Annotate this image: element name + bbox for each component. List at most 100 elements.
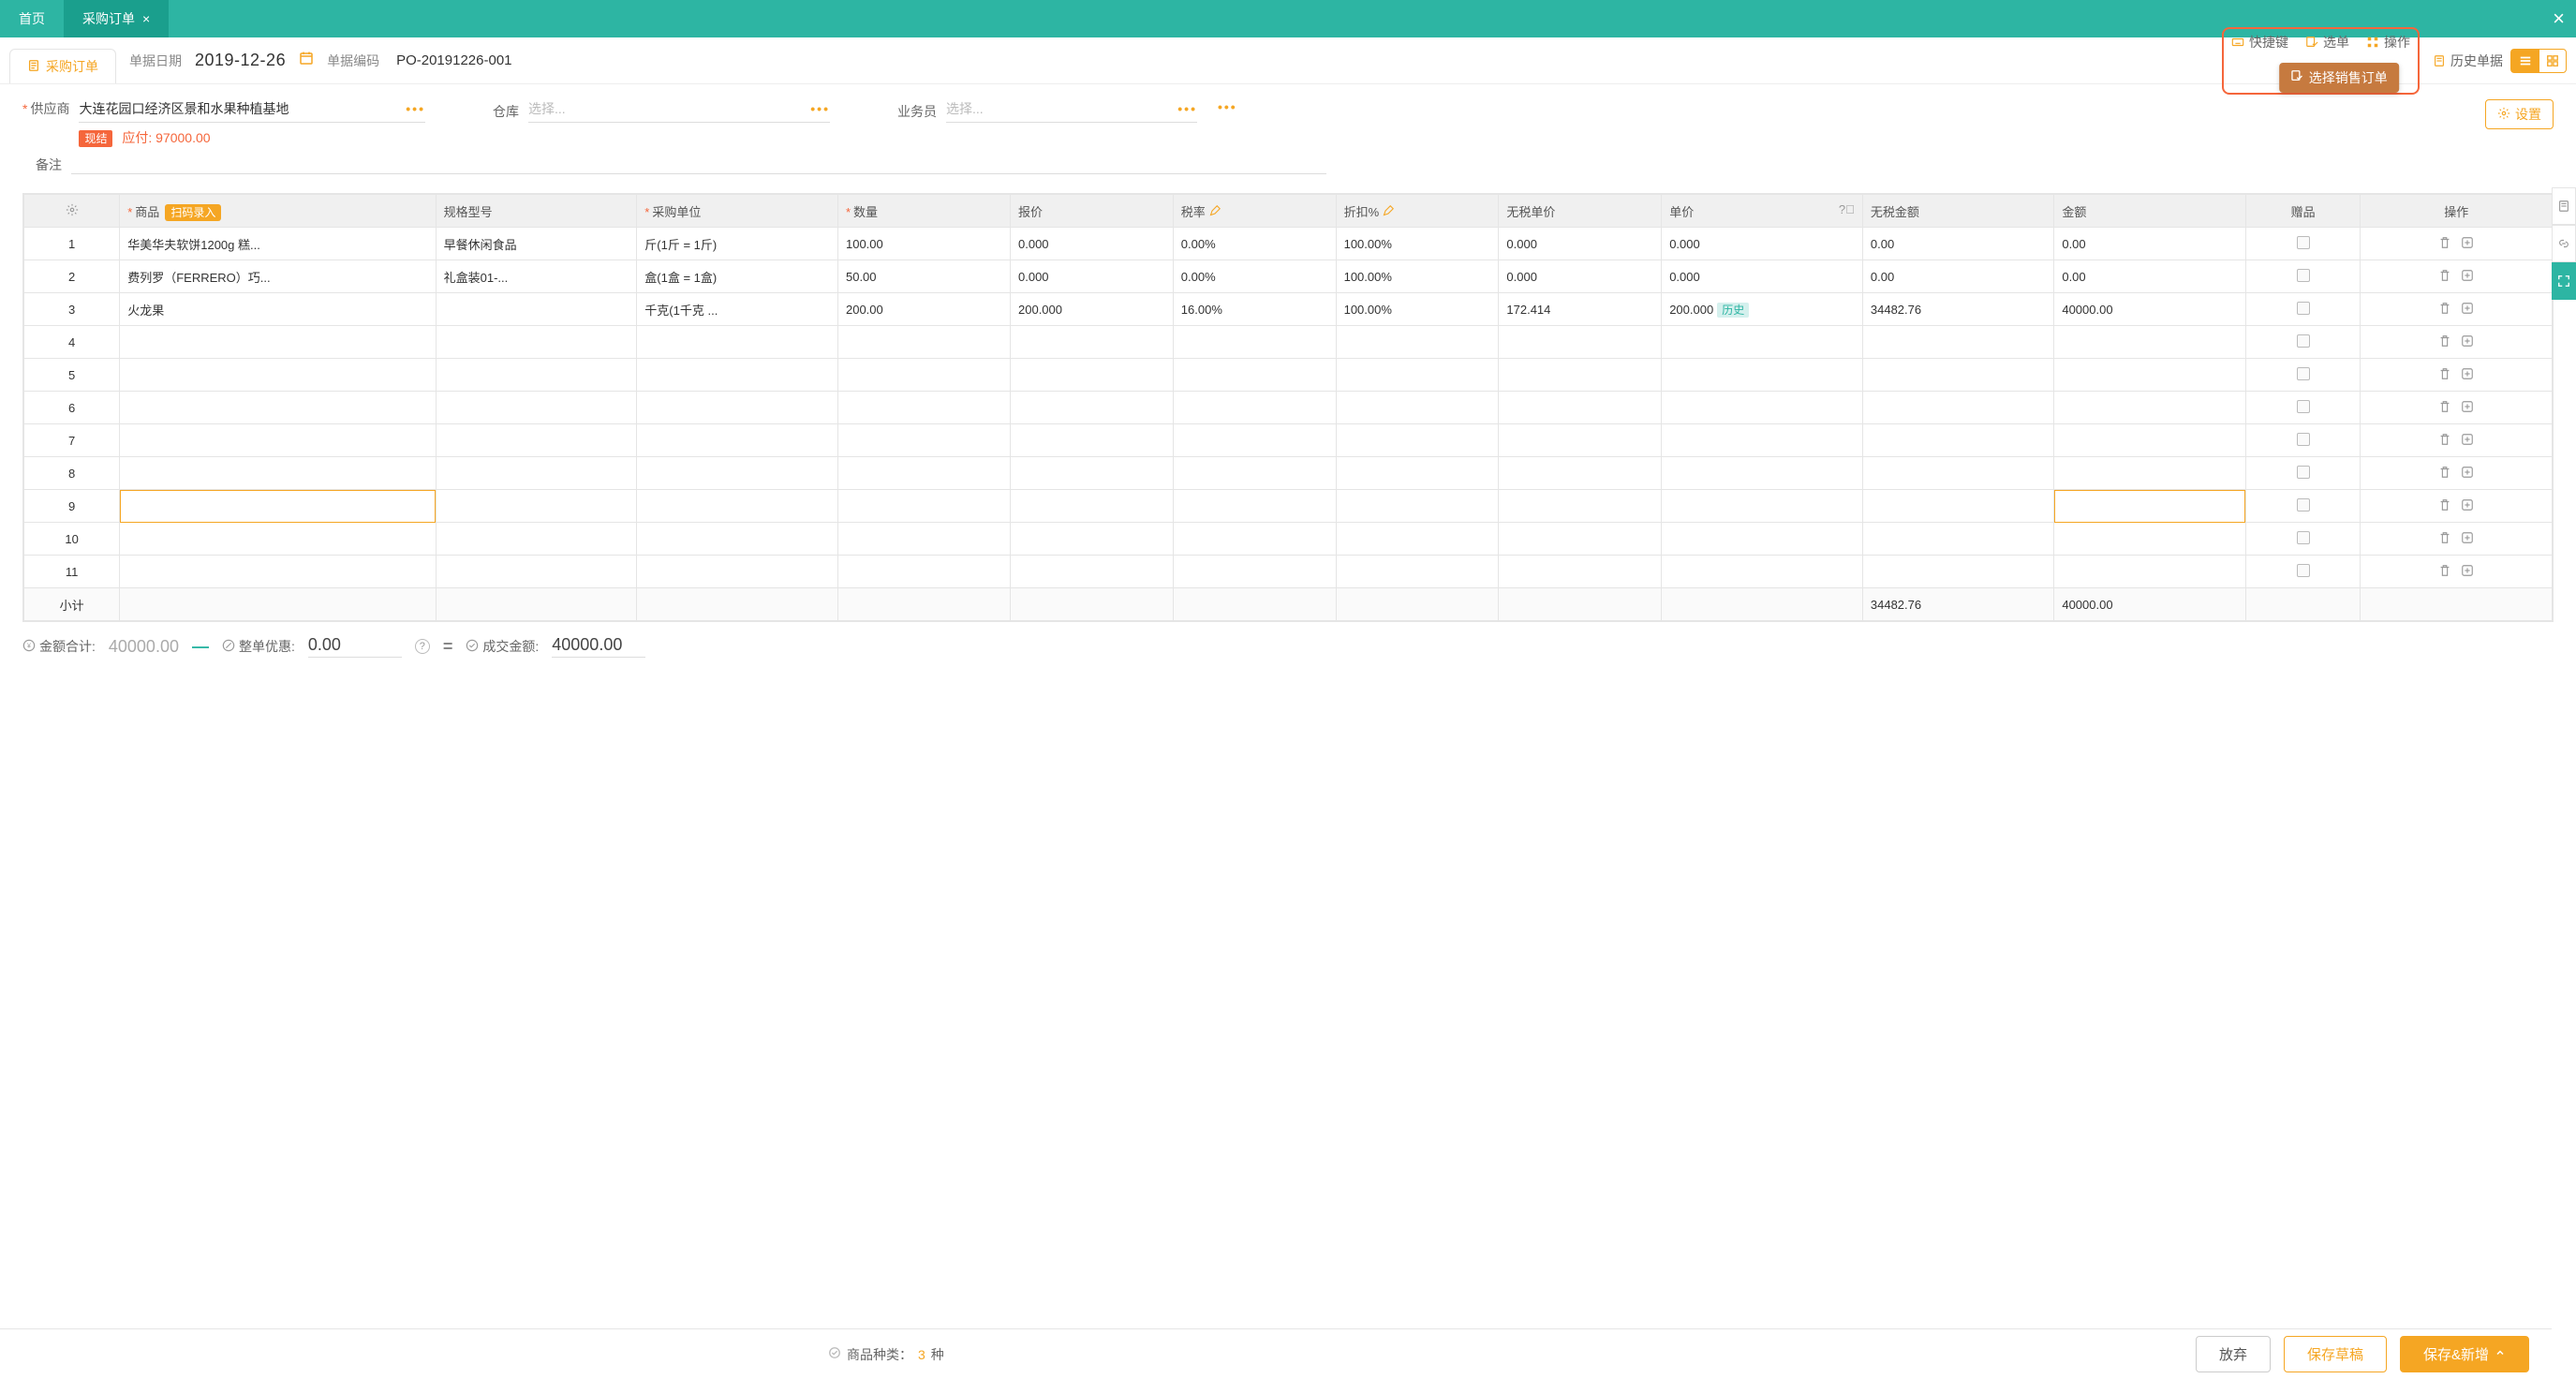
cell-spec[interactable] (436, 359, 637, 392)
cell-price[interactable] (1662, 392, 1863, 424)
cell-price[interactable]: 200.000历史 (1662, 293, 1863, 326)
cell-spec[interactable]: 早餐休闲食品 (436, 228, 637, 260)
cell-unit[interactable] (637, 359, 838, 392)
cell-price-ex[interactable]: 172.414 (1499, 293, 1662, 326)
gift-checkbox[interactable] (2297, 531, 2310, 544)
cell-price[interactable] (1662, 490, 1863, 523)
cell-amount-ex[interactable] (1862, 326, 2053, 359)
cell-amount[interactable] (2054, 326, 2245, 359)
cell-product[interactable] (120, 490, 436, 523)
cell-amount-ex[interactable] (1862, 490, 2053, 523)
cell-quote[interactable] (1011, 359, 1174, 392)
warehouse-input[interactable]: 选择... (528, 99, 566, 118)
add-row-icon[interactable] (2461, 564, 2474, 580)
cell-qty[interactable]: 100.00 (837, 228, 1010, 260)
gift-checkbox[interactable] (2297, 466, 2310, 479)
cell-qty[interactable]: 50.00 (837, 260, 1010, 293)
help-icon[interactable]: ?⃝ (1839, 202, 1855, 216)
cell-price[interactable] (1662, 424, 1863, 457)
add-row-icon[interactable] (2461, 236, 2474, 252)
cell-price-ex[interactable] (1499, 424, 1662, 457)
gift-checkbox[interactable] (2297, 367, 2310, 380)
col-amount-ex[interactable]: 无税金额 (1862, 195, 2053, 228)
cell-tax[interactable] (1173, 523, 1336, 556)
cell-qty[interactable] (837, 490, 1010, 523)
col-qty[interactable]: *数量 (837, 195, 1010, 228)
cell-tax[interactable] (1173, 490, 1336, 523)
cell-amount-ex[interactable] (1862, 392, 2053, 424)
cell-quote[interactable]: 0.000 (1011, 228, 1174, 260)
add-row-icon[interactable] (2461, 367, 2474, 383)
col-amount[interactable]: 金额 (2054, 195, 2245, 228)
cell-price[interactable] (1662, 556, 1863, 588)
tab-purchase-order[interactable]: 采购订单 × (64, 0, 169, 37)
table-row-empty[interactable]: 4 (24, 326, 2553, 359)
gift-checkbox[interactable] (2297, 564, 2310, 577)
cell-spec[interactable] (436, 457, 637, 490)
gift-checkbox[interactable] (2297, 302, 2310, 315)
cell-gift[interactable] (2245, 556, 2361, 588)
cell-price-ex[interactable] (1499, 457, 1662, 490)
cell-qty[interactable] (837, 556, 1010, 588)
cell-spec[interactable]: 礼盒装01-... (436, 260, 637, 293)
cell-tax[interactable] (1173, 359, 1336, 392)
view-grid-button[interactable] (2539, 49, 2567, 73)
cell-amount[interactable] (2054, 392, 2245, 424)
table-row-empty[interactable]: 11 (24, 556, 2553, 588)
save-new-button[interactable]: 保存&新增 (2400, 1336, 2529, 1372)
col-gift[interactable]: 赠品 (2245, 195, 2361, 228)
cell-qty[interactable] (837, 359, 1010, 392)
table-row-empty[interactable]: 8 (24, 457, 2553, 490)
cell-unit[interactable] (637, 326, 838, 359)
order-discount-value[interactable]: 0.00 (308, 635, 402, 658)
help-icon[interactable]: ? (415, 639, 430, 654)
doc-tab[interactable]: 采购订单 (9, 49, 116, 83)
salesperson-more-icon[interactable]: ••• (1177, 101, 1197, 116)
cell-price-ex[interactable] (1499, 490, 1662, 523)
cell-product[interactable] (120, 556, 436, 588)
delete-row-icon[interactable] (2438, 269, 2451, 285)
add-row-icon[interactable] (2461, 433, 2474, 449)
cell-quote[interactable] (1011, 424, 1174, 457)
cell-discount[interactable] (1336, 424, 1499, 457)
cell-unit[interactable] (637, 457, 838, 490)
cell-product[interactable] (120, 326, 436, 359)
cell-unit[interactable]: 盒(1盒 = 1盒) (637, 260, 838, 293)
cell-amount-ex[interactable]: 0.00 (1862, 228, 2053, 260)
cell-spec[interactable] (436, 490, 637, 523)
cell-spec[interactable] (436, 556, 637, 588)
cell-qty[interactable] (837, 457, 1010, 490)
cell-amount[interactable] (2054, 457, 2245, 490)
form-more-icon[interactable]: ••• (1218, 99, 1237, 114)
table-row-empty[interactable]: 5 (24, 359, 2553, 392)
cell-amount-ex[interactable] (1862, 424, 2053, 457)
cell-discount[interactable] (1336, 556, 1499, 588)
table-row-empty[interactable]: 9 (24, 490, 2553, 523)
cell-qty[interactable] (837, 424, 1010, 457)
scan-entry-button[interactable]: 扫码录入 (165, 204, 221, 221)
cell-gift[interactable] (2245, 359, 2361, 392)
table-row[interactable]: 2费列罗（FERRERO）巧...礼盒装01-...盒(1盒 = 1盒)50.0… (24, 260, 2553, 293)
cell-unit[interactable] (637, 392, 838, 424)
cell-quote[interactable] (1011, 457, 1174, 490)
cell-discount[interactable] (1336, 457, 1499, 490)
col-discount[interactable]: 折扣% (1336, 195, 1499, 228)
cell-unit[interactable] (637, 556, 838, 588)
tab-close-icon[interactable]: × (142, 11, 150, 26)
settings-button[interactable]: 设置 (2485, 99, 2554, 129)
cell-qty[interactable]: 200.00 (837, 293, 1010, 326)
edit-icon[interactable] (1383, 205, 1394, 219)
cell-tax[interactable] (1173, 424, 1336, 457)
cell-unit[interactable]: 千克(1千克 ... (637, 293, 838, 326)
table-row-empty[interactable]: 7 (24, 424, 2553, 457)
history-button[interactable]: 历史单据 (2433, 52, 2503, 70)
remark-input[interactable] (71, 155, 1326, 174)
cell-quote[interactable]: 0.000 (1011, 260, 1174, 293)
cell-amount-ex[interactable]: 34482.76 (1862, 293, 2053, 326)
discard-button[interactable]: 放弃 (2196, 1336, 2271, 1372)
cell-amount[interactable] (2054, 556, 2245, 588)
shortcut-button[interactable]: 快捷键 (2231, 33, 2288, 52)
select-doc-button[interactable]: 选单 (2305, 33, 2349, 52)
cell-amount[interactable] (2054, 490, 2245, 523)
cell-qty[interactable] (837, 523, 1010, 556)
